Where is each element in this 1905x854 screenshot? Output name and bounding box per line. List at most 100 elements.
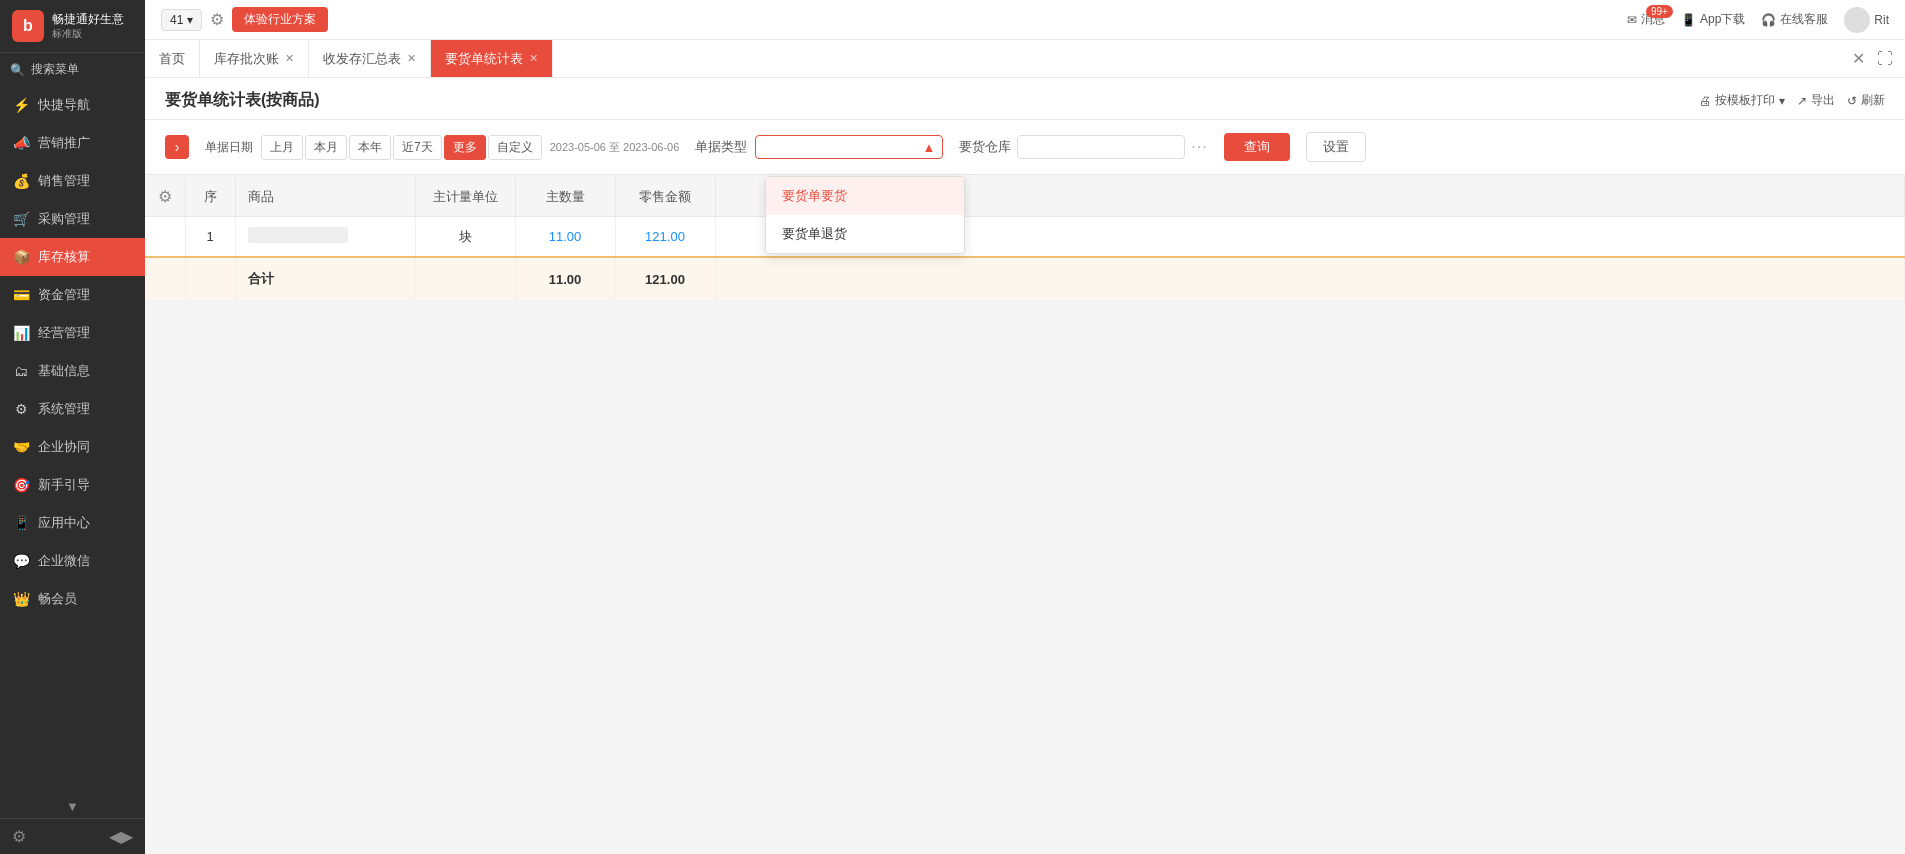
- trial-button[interactable]: 体验行业方案: [232, 7, 328, 32]
- table-container: ⚙ 序 商品 主计量单位 主数量 零售金额 1: [145, 177, 1905, 301]
- table-header-row: ⚙ 序 商品 主计量单位 主数量 零售金额: [145, 177, 1905, 217]
- tab-close-inventory-batch[interactable]: ✕: [285, 52, 294, 65]
- th-no: 序: [185, 177, 235, 217]
- tab-home[interactable]: 首页: [145, 40, 200, 77]
- settings-icon[interactable]: ⚙: [12, 827, 26, 846]
- query-button[interactable]: 查询: [1224, 133, 1290, 161]
- maximize-tab-btn[interactable]: ⛶: [1873, 48, 1897, 70]
- sidebar-item-purchase[interactable]: 🛒 采购管理: [0, 200, 145, 238]
- sidebar-item-basic-info[interactable]: 🗂 基础信息: [0, 352, 145, 390]
- phone-icon: 📱: [1681, 13, 1696, 27]
- sidebar-item-sales[interactable]: 💰 销售管理: [0, 162, 145, 200]
- amount-link[interactable]: 121.00: [645, 229, 685, 244]
- tab-close-order-stats[interactable]: ✕: [529, 52, 538, 65]
- sidebar-item-system[interactable]: ⚙ 系统管理: [0, 390, 145, 428]
- sidebar-bottom: ⚙ ◀▶: [0, 818, 145, 854]
- page-header: 要货单统计表(按商品) 🖨 按模板打印 ▾ ↗ 导出 ↺ 刷新: [145, 78, 1905, 120]
- purchase-icon: 🛒: [12, 210, 30, 228]
- sidebar-item-app-center[interactable]: 📱 应用中心: [0, 504, 145, 542]
- app-download-btn[interactable]: 📱 App下载: [1681, 11, 1745, 28]
- header-left: 41 ▾ ⚙ 体验行业方案: [161, 7, 328, 32]
- sidebar-item-finance[interactable]: 💳 资金管理: [0, 276, 145, 314]
- logo-text: 畅捷通好生意 标准版: [52, 12, 124, 41]
- membership-icon: 👑: [12, 590, 30, 608]
- tab-recv-summary[interactable]: 收发存汇总表 ✕: [309, 40, 431, 77]
- export-action[interactable]: ↗ 导出: [1797, 92, 1835, 109]
- search-icon: 🔍: [10, 63, 25, 77]
- settings-button[interactable]: 设置: [1306, 132, 1366, 162]
- warehouse-more-icon[interactable]: ···: [1191, 138, 1207, 156]
- date-btn-more[interactable]: 更多: [444, 135, 486, 160]
- column-settings-icon[interactable]: ⚙: [158, 188, 172, 205]
- tab-order-stats[interactable]: 要货单统计表 ✕: [431, 40, 553, 77]
- date-filter-label: 单据日期: [205, 139, 253, 156]
- sidebar-item-quick-nav[interactable]: ⚡ 快捷导航: [0, 86, 145, 124]
- printer-icon: 🖨: [1699, 94, 1711, 108]
- sidebar-item-enterprise[interactable]: 🤝 企业协同: [0, 428, 145, 466]
- search-menu[interactable]: 🔍 搜索菜单: [0, 53, 145, 86]
- headset-icon: 🎧: [1761, 13, 1776, 27]
- operation-icon: 📊: [12, 324, 30, 342]
- dropdown-item-order-return[interactable]: 要货单退货: [766, 215, 964, 253]
- td-unit: 块: [415, 217, 515, 258]
- footer-extra: [715, 257, 1905, 301]
- date-btn-prev-month[interactable]: 上月: [261, 135, 303, 160]
- date-btn-custom[interactable]: 自定义: [488, 135, 542, 160]
- settings-btn-header[interactable]: ⚙: [210, 10, 224, 29]
- page-title: 要货单统计表(按商品): [165, 90, 320, 111]
- td-no: 1: [185, 217, 235, 258]
- branch-selector[interactable]: 41 ▾: [161, 9, 202, 31]
- th-settings[interactable]: ⚙: [145, 177, 185, 217]
- footer-amount: 121.00: [615, 257, 715, 301]
- filter-expand-btn[interactable]: ›: [165, 135, 189, 159]
- product-name-placeholder: [248, 227, 348, 243]
- tab-close-recv-summary[interactable]: ✕: [407, 52, 416, 65]
- chevron-down-icon-print: ▾: [1779, 94, 1785, 108]
- sidebar-item-marketing[interactable]: 📣 营销推广: [0, 124, 145, 162]
- dropdown-item-order-goods[interactable]: 要货单要货: [766, 177, 964, 215]
- user-avatar[interactable]: Rit: [1844, 7, 1889, 33]
- export-icon: ↗: [1797, 94, 1807, 108]
- sidebar-item-membership[interactable]: 👑 畅会员: [0, 580, 145, 618]
- basic-info-icon: 🗂: [12, 362, 30, 380]
- date-btn-week[interactable]: 近7天: [393, 135, 442, 160]
- date-btn-year[interactable]: 本年: [349, 135, 391, 160]
- print-action[interactable]: 🖨 按模板打印 ▾: [1699, 92, 1785, 109]
- wecom-icon: 💬: [12, 552, 30, 570]
- app-logo: b 畅捷通好生意 标准版: [0, 0, 145, 53]
- footer-unit: [415, 257, 515, 301]
- avatar-image: [1844, 7, 1870, 33]
- message-icon: ✉: [1627, 13, 1637, 27]
- marketing-icon: 📣: [12, 134, 30, 152]
- footer-label: 合计: [235, 257, 415, 301]
- warehouse-input[interactable]: [1017, 135, 1185, 159]
- date-btn-curr-month[interactable]: 本月: [305, 135, 347, 160]
- doc-type-input[interactable]: [755, 135, 943, 159]
- sidebar-item-guide[interactable]: 🎯 新手引导: [0, 466, 145, 504]
- guide-icon: 🎯: [12, 476, 30, 494]
- header-right: ✉ 消息 99+ 📱 App下载 🎧 在线客服 Rit: [1627, 7, 1889, 33]
- refresh-action[interactable]: ↺ 刷新: [1847, 92, 1885, 109]
- qty-link[interactable]: 11.00: [549, 229, 582, 244]
- th-amount: 零售金额: [615, 177, 715, 217]
- doc-type-label: 单据类型: [695, 138, 747, 156]
- sidebar-item-wecom[interactable]: 💬 企业微信: [0, 542, 145, 580]
- sidebar-scroll-down[interactable]: ▼: [0, 795, 145, 818]
- collapse-icon[interactable]: ◀▶: [109, 827, 133, 846]
- messages-btn[interactable]: ✉ 消息 99+: [1627, 11, 1665, 28]
- sidebar-item-inventory[interactable]: 📦 库存核算: [0, 238, 145, 276]
- th-unit: 主计量单位: [415, 177, 515, 217]
- chevron-down-icon: ▾: [187, 13, 193, 27]
- warehouse-label: 要货仓库: [959, 138, 1011, 156]
- th-qty: 主数量: [515, 177, 615, 217]
- tab-inventory-batch[interactable]: 库存批次账 ✕: [200, 40, 309, 77]
- td-qty: 11.00: [515, 217, 615, 258]
- footer-no: [185, 257, 235, 301]
- tabs-bar: 首页 库存批次账 ✕ 收发存汇总表 ✕ 要货单统计表 ✕ ✕ ⛶: [145, 40, 1905, 78]
- logo-icon: b: [12, 10, 44, 42]
- sidebar-item-operation[interactable]: 📊 经营管理: [0, 314, 145, 352]
- page-content: 要货单统计表(按商品) 🖨 按模板打印 ▾ ↗ 导出 ↺ 刷新 ›: [145, 78, 1905, 854]
- close-current-tab-btn[interactable]: ✕: [1848, 47, 1869, 70]
- online-service-btn[interactable]: 🎧 在线客服: [1761, 11, 1828, 28]
- data-table: ⚙ 序 商品 主计量单位 主数量 零售金额 1: [145, 177, 1905, 301]
